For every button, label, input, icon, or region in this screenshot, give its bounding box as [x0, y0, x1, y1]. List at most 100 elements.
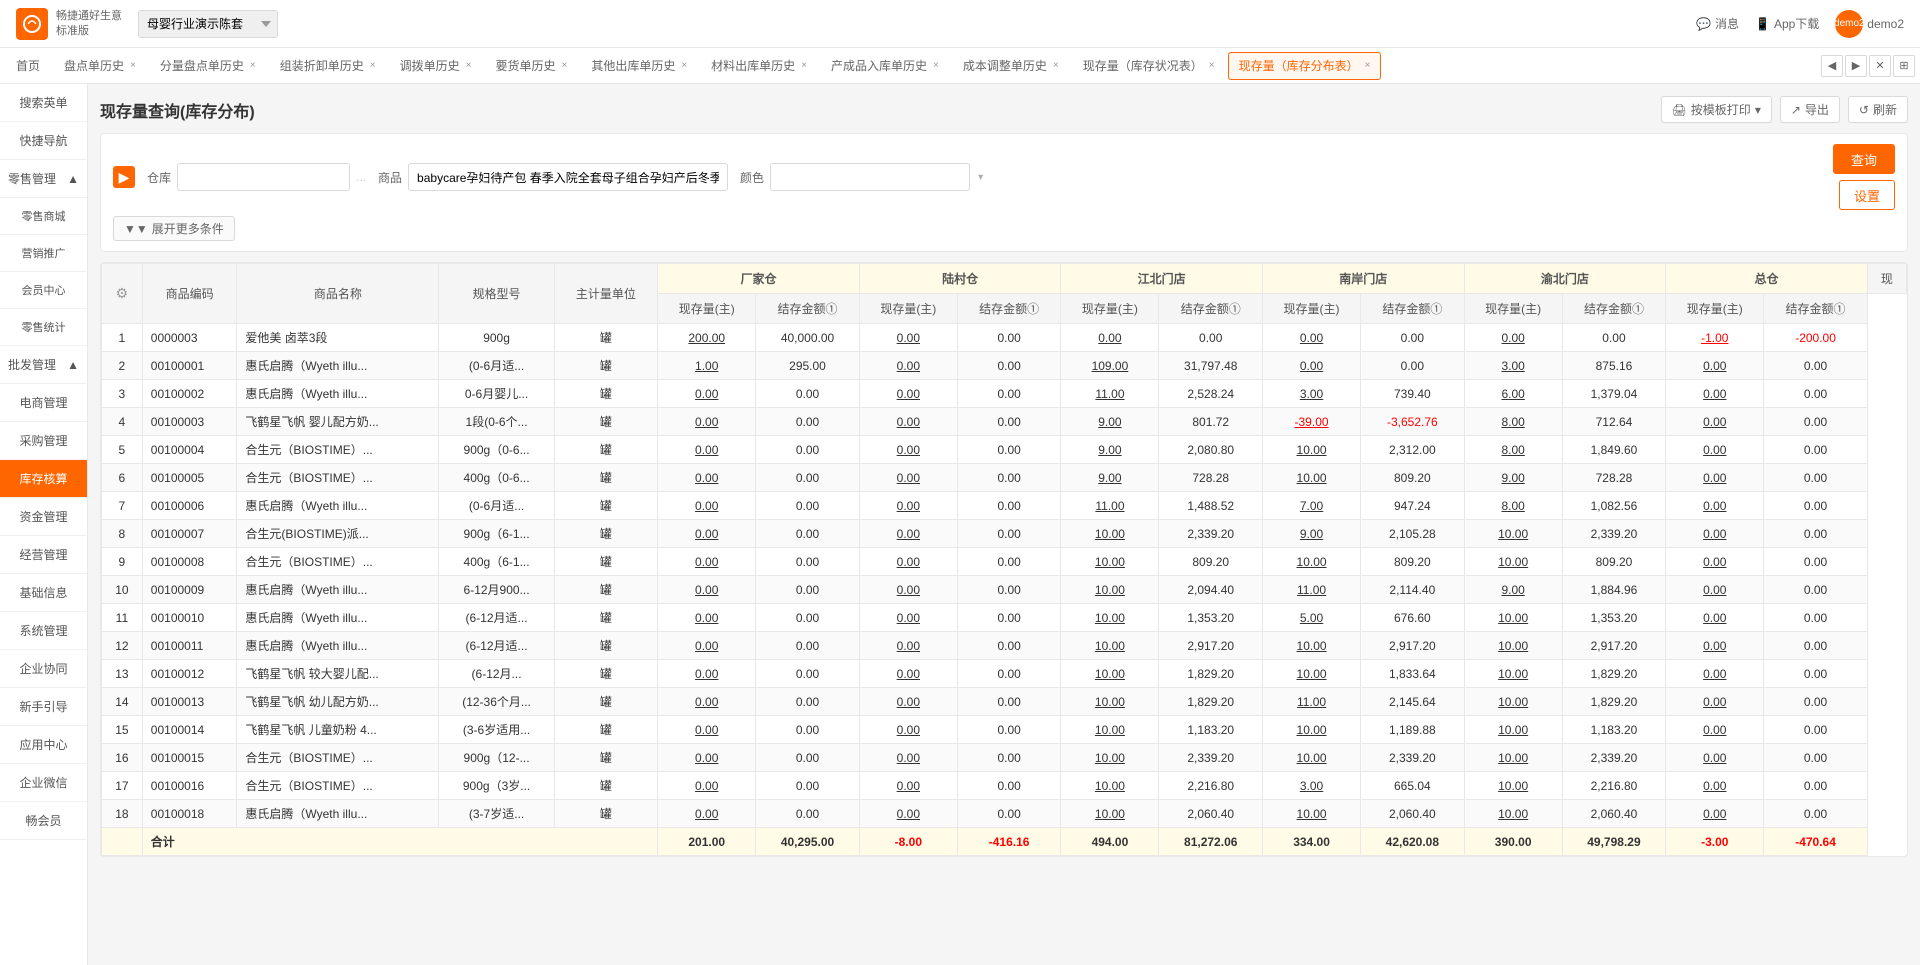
td-c4-qty[interactable]: 3.00 — [1262, 380, 1360, 408]
tab-close-icon[interactable]: × — [1053, 60, 1059, 71]
td-t-qty[interactable]: 0.00 — [1666, 688, 1764, 716]
td-c2-qty[interactable]: 0.00 — [859, 492, 957, 520]
td-c5-qty[interactable]: 10.00 — [1464, 604, 1562, 632]
td-c4-qty[interactable]: 10.00 — [1262, 660, 1360, 688]
td-t-qty[interactable]: -1.00 — [1666, 324, 1764, 352]
td-c3-qty[interactable]: 11.00 — [1061, 492, 1159, 520]
td-c5-qty[interactable]: 8.00 — [1464, 408, 1562, 436]
td-t-qty[interactable]: 0.00 — [1666, 632, 1764, 660]
tab-item-9[interactable]: 成本调整单历史× — [952, 52, 1070, 80]
td-t-qty[interactable]: 0.00 — [1666, 576, 1764, 604]
td-t-qty[interactable]: 0.00 — [1666, 464, 1764, 492]
td-c1-qty[interactable]: 0.00 — [658, 604, 756, 632]
td-t-qty[interactable]: 0.00 — [1666, 520, 1764, 548]
td-c4-qty[interactable]: 3.00 — [1262, 772, 1360, 800]
sidebar-item-19[interactable]: 畅会员 — [0, 802, 87, 840]
td-c1-qty[interactable]: 0.00 — [658, 716, 756, 744]
td-c4-qty[interactable]: 10.00 — [1262, 632, 1360, 660]
td-c1-qty[interactable]: 0.00 — [658, 380, 756, 408]
tab-close-icon[interactable]: × — [561, 60, 567, 71]
warehouse-ellipsis-btn[interactable]: ... — [356, 170, 366, 184]
sidebar-item-8[interactable]: 电商管理 — [0, 384, 87, 422]
td-c3-qty[interactable]: 9.00 — [1061, 436, 1159, 464]
td-c5-qty[interactable]: 10.00 — [1464, 716, 1562, 744]
sidebar-item-5[interactable]: 会员中心 — [0, 272, 87, 309]
td-c1-qty[interactable]: 0.00 — [658, 576, 756, 604]
sidebar-item-10[interactable]: 库存核算 — [0, 460, 87, 498]
sidebar-item-4[interactable]: 营销推广 — [0, 235, 87, 272]
tab-close-icon[interactable]: × — [1209, 60, 1215, 71]
sidebar-item-6[interactable]: 零售统计 — [0, 309, 87, 346]
sidebar-item-12[interactable]: 经营管理 — [0, 536, 87, 574]
td-c4-qty[interactable]: 5.00 — [1262, 604, 1360, 632]
td-t-qty[interactable]: 0.00 — [1666, 352, 1764, 380]
sidebar-item-0[interactable]: 搜索英单 — [0, 84, 87, 122]
td-c5-qty[interactable]: 6.00 — [1464, 380, 1562, 408]
td-c5-qty[interactable]: 10.00 — [1464, 800, 1562, 828]
tab-next-btn[interactable]: ▶ — [1845, 55, 1867, 77]
color-dropdown-icon[interactable]: ▾ — [978, 172, 983, 183]
td-c2-qty[interactable]: 0.00 — [859, 352, 957, 380]
td-c2-qty[interactable]: 0.00 — [859, 604, 957, 632]
td-t-qty[interactable]: 0.00 — [1666, 380, 1764, 408]
td-t-qty[interactable]: 0.00 — [1666, 408, 1764, 436]
tab-close-icon[interactable]: × — [130, 60, 136, 71]
tab-close-icon[interactable]: × — [370, 60, 376, 71]
td-c5-qty[interactable]: 9.00 — [1464, 576, 1562, 604]
td-c4-qty[interactable]: 7.00 — [1262, 492, 1360, 520]
td-c4-qty[interactable]: 9.00 — [1262, 520, 1360, 548]
tab-close-icon[interactable]: × — [681, 60, 687, 71]
warehouse-input[interactable] — [177, 163, 350, 191]
tab-item-3[interactable]: 组装折卸单历史× — [269, 52, 387, 80]
td-c3-qty[interactable]: 10.00 — [1061, 632, 1159, 660]
tab-close-icon[interactable]: × — [1365, 60, 1371, 71]
td-c2-qty[interactable]: 0.00 — [859, 660, 957, 688]
sidebar-item-15[interactable]: 企业协同 — [0, 650, 87, 688]
td-c4-qty[interactable]: 10.00 — [1262, 800, 1360, 828]
sidebar-item-7[interactable]: 批发管理▲ — [0, 346, 87, 384]
td-c5-qty[interactable]: 10.00 — [1464, 548, 1562, 576]
td-t-qty[interactable]: 0.00 — [1666, 660, 1764, 688]
user-menu-btn[interactable]: demo2 demo2 — [1835, 10, 1904, 38]
td-c5-qty[interactable]: 10.00 — [1464, 744, 1562, 772]
td-c4-qty[interactable]: 10.00 — [1262, 548, 1360, 576]
td-c5-qty[interactable]: 3.00 — [1464, 352, 1562, 380]
td-c4-qty[interactable]: 10.00 — [1262, 744, 1360, 772]
td-c1-qty[interactable]: 0.00 — [658, 548, 756, 576]
td-c2-qty[interactable]: 0.00 — [859, 380, 957, 408]
td-c4-qty[interactable]: 0.00 — [1262, 324, 1360, 352]
td-t-qty[interactable]: 0.00 — [1666, 436, 1764, 464]
td-c1-qty[interactable]: 0.00 — [658, 408, 756, 436]
td-c2-qty[interactable]: 0.00 — [859, 408, 957, 436]
sidebar-item-11[interactable]: 资金管理 — [0, 498, 87, 536]
sidebar-item-1[interactable]: 快捷导航 — [0, 122, 87, 160]
sidebar-item-17[interactable]: 应用中心 — [0, 726, 87, 764]
tab-close-icon[interactable]: × — [933, 60, 939, 71]
td-c2-qty[interactable]: 0.00 — [859, 324, 957, 352]
td-c1-qty[interactable]: 0.00 — [658, 436, 756, 464]
td-c4-qty[interactable]: 11.00 — [1262, 576, 1360, 604]
td-c2-qty[interactable]: 0.00 — [859, 464, 957, 492]
td-c1-qty[interactable]: 0.00 — [658, 800, 756, 828]
td-c5-qty[interactable]: 10.00 — [1464, 632, 1562, 660]
td-c2-qty[interactable]: 0.00 — [859, 576, 957, 604]
tab-item-4[interactable]: 调拨单历史× — [389, 52, 483, 80]
td-c3-qty[interactable]: 10.00 — [1061, 604, 1159, 632]
tab-item-0[interactable]: 首页 — [5, 52, 51, 80]
export-btn[interactable]: ↗ 导出 — [1780, 96, 1840, 123]
td-c4-qty[interactable]: 10.00 — [1262, 436, 1360, 464]
tab-close-icon[interactable]: × — [466, 60, 472, 71]
td-t-qty[interactable]: 0.00 — [1666, 800, 1764, 828]
sidebar-item-14[interactable]: 系统管理 — [0, 612, 87, 650]
td-c1-qty[interactable]: 0.00 — [658, 464, 756, 492]
td-c3-qty[interactable]: 10.00 — [1061, 520, 1159, 548]
tab-close-icon[interactable]: × — [250, 60, 256, 71]
td-c2-qty[interactable]: 0.00 — [859, 548, 957, 576]
td-c1-qty[interactable]: 1.00 — [658, 352, 756, 380]
tab-item-5[interactable]: 要货单历史× — [484, 52, 578, 80]
th-settings[interactable]: ⚙ — [102, 264, 143, 324]
td-c4-qty[interactable]: 0.00 — [1262, 352, 1360, 380]
industry-selector[interactable]: 母婴行业演示陈套 — [138, 10, 278, 38]
goods-input[interactable] — [408, 163, 728, 191]
td-c5-qty[interactable]: 10.00 — [1464, 660, 1562, 688]
